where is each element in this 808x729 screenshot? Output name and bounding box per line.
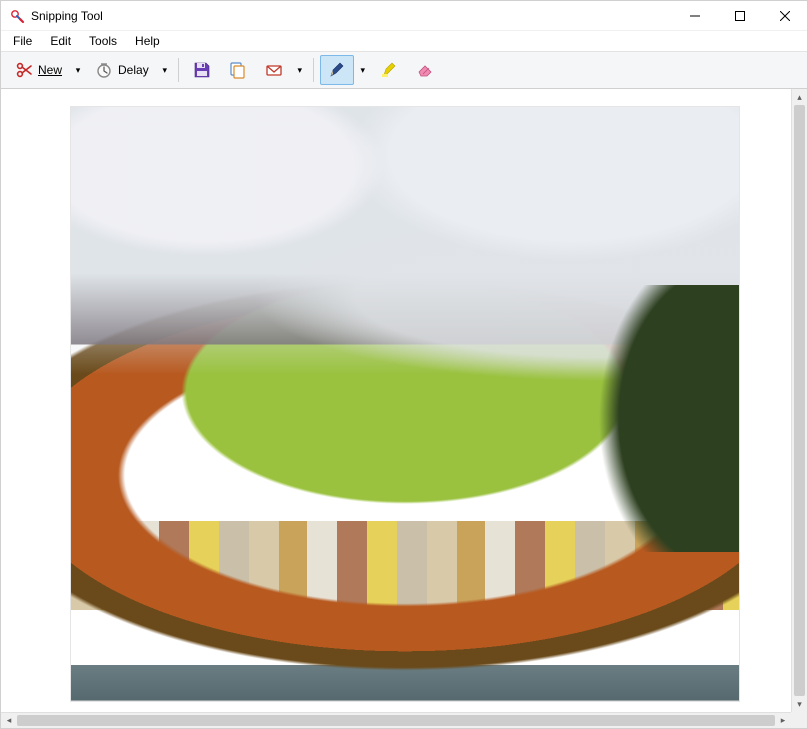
chevron-down-icon: ▾ — [797, 700, 802, 709]
captured-image[interactable] — [71, 107, 739, 701]
send-snip-button[interactable] — [257, 55, 291, 85]
scrollbar-corner — [791, 712, 807, 728]
send-snip-dropdown[interactable]: ▾ — [293, 55, 307, 85]
new-snip-dropdown[interactable]: ▾ — [71, 55, 85, 85]
close-button[interactable] — [762, 1, 807, 30]
chevron-down-icon: ▾ — [76, 66, 81, 75]
clock-icon — [94, 60, 114, 80]
pen-button[interactable] — [320, 55, 354, 85]
menu-bar: File Edit Tools Help — [1, 31, 807, 51]
toolbar-separator — [178, 58, 179, 82]
horizontal-scrollbar[interactable]: ◂ ▸ — [1, 712, 791, 728]
horizontal-scroll-track[interactable] — [17, 713, 775, 728]
maximize-button[interactable] — [717, 1, 762, 30]
canvas-viewport[interactable] — [1, 89, 791, 712]
pen-dropdown[interactable]: ▾ — [356, 55, 370, 85]
new-snip-label: New — [38, 63, 62, 77]
scroll-up-button[interactable]: ▴ — [792, 89, 807, 105]
menu-help[interactable]: Help — [127, 32, 168, 50]
eraser-button[interactable] — [408, 55, 442, 85]
minimize-button[interactable] — [672, 1, 717, 30]
vertical-scroll-thumb[interactable] — [794, 105, 805, 696]
window-title: Snipping Tool — [31, 9, 103, 23]
chevron-down-icon: ▾ — [162, 66, 167, 75]
vertical-scroll-track[interactable] — [792, 105, 807, 696]
menu-edit[interactable]: Edit — [42, 32, 79, 50]
vertical-scrollbar[interactable]: ▴ ▾ — [791, 89, 807, 712]
new-snip-button[interactable]: New — [7, 55, 69, 85]
window-controls — [672, 1, 807, 30]
menu-file[interactable]: File — [5, 32, 40, 50]
scissors-icon — [14, 60, 34, 80]
chevron-right-icon: ▸ — [781, 716, 786, 725]
copy-button[interactable] — [221, 55, 255, 85]
scroll-right-button[interactable]: ▸ — [775, 713, 791, 728]
delay-dropdown[interactable]: ▾ — [158, 55, 172, 85]
menu-tools[interactable]: Tools — [81, 32, 125, 50]
canvas-area: ▴ ▾ ◂ ▸ — [1, 89, 807, 728]
scroll-down-button[interactable]: ▾ — [792, 696, 807, 712]
copy-icon — [228, 60, 248, 80]
toolbar-separator — [313, 58, 314, 82]
chevron-down-icon: ▾ — [360, 66, 365, 75]
toolbar: New ▾ Delay ▾ — [1, 51, 807, 89]
title-bar: Snipping Tool — [1, 1, 807, 31]
pen-icon — [327, 60, 347, 80]
chevron-down-icon: ▾ — [297, 66, 302, 75]
floppy-disk-icon — [192, 60, 212, 80]
delay-button[interactable]: Delay — [87, 55, 156, 85]
chevron-left-icon: ◂ — [7, 716, 12, 725]
envelope-icon — [264, 60, 284, 80]
delay-label: Delay — [118, 63, 149, 77]
highlighter-icon — [379, 60, 399, 80]
eraser-icon — [415, 60, 435, 80]
scroll-left-button[interactable]: ◂ — [1, 713, 17, 728]
chevron-up-icon: ▴ — [797, 93, 802, 102]
save-button[interactable] — [185, 55, 219, 85]
app-icon — [9, 8, 25, 24]
highlighter-button[interactable] — [372, 55, 406, 85]
horizontal-scroll-thumb[interactable] — [17, 715, 775, 726]
